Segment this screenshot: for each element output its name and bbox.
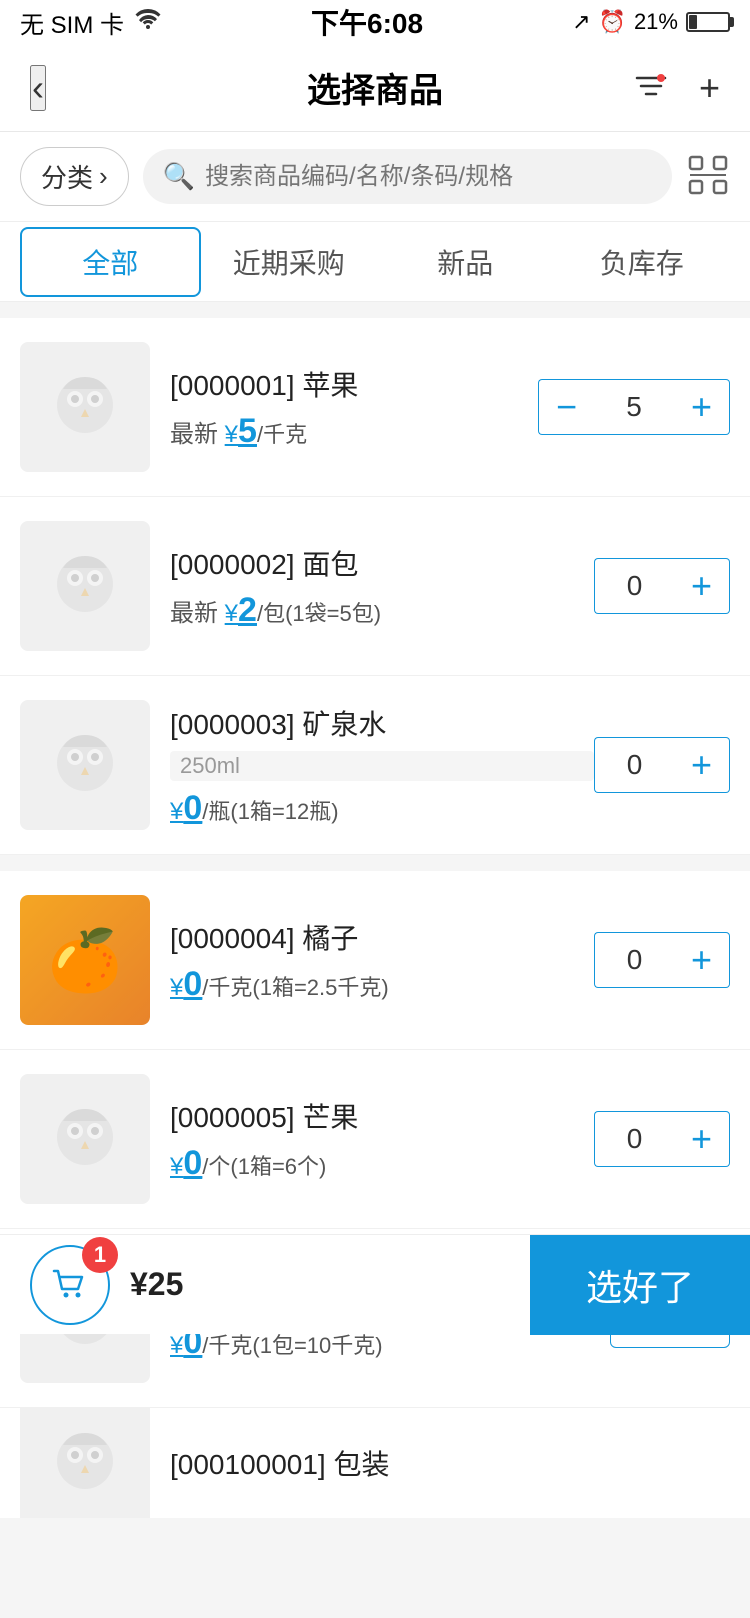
product-thumbnail — [20, 342, 150, 472]
tab-new[interactable]: 新品 — [377, 227, 554, 297]
owl-logo-icon — [45, 1099, 125, 1179]
category-label: 分类 — [41, 158, 93, 195]
product-info: [0000002] 面包 最新 ¥2/包(1袋=5包) — [170, 543, 594, 630]
nav-bar: ‹ 选择商品 + — [0, 44, 750, 132]
status-bar: 无 SIM 卡 下午6:08 ↗ ⏰ 21% — [0, 0, 750, 44]
product-thumbnail: 🍊 — [20, 895, 150, 1025]
nav-right: + — [633, 67, 720, 109]
quantity-input[interactable] — [594, 379, 674, 435]
cart-icon — [48, 1263, 92, 1307]
product-info: [0000001] 苹果 最新 ¥5/千克 — [170, 364, 538, 451]
owl-logo-icon — [45, 367, 125, 447]
divider-1 — [0, 302, 750, 318]
quantity-input[interactable] — [594, 1111, 674, 1167]
location-icon: ↗ — [572, 9, 590, 35]
product-name: [0000004] 橘子 — [170, 917, 594, 957]
search-icon: 🔍 — [163, 161, 195, 192]
carrier-label: 无 SIM 卡 — [20, 5, 124, 40]
status-time: 下午6:08 — [311, 2, 423, 42]
product-name: [0000003] 矿泉水 — [170, 703, 594, 743]
bottom-bar: 1 ¥25 选好了 — [0, 1234, 750, 1334]
filter-bar: 分类 › 🔍 — [0, 132, 750, 222]
orange-image: 🍊 — [20, 895, 150, 1025]
product-spec: 250ml — [170, 751, 594, 781]
product-info: [0000004] 橘子 ¥0/千克(1箱=2.5千克) — [170, 917, 594, 1004]
quantity-control: + — [594, 932, 730, 988]
wifi-icon — [134, 8, 162, 36]
quantity-control: + — [594, 558, 730, 614]
product-thumbnail — [20, 1408, 150, 1518]
quantity-input[interactable] — [594, 932, 674, 988]
product-price: ¥0/千克(1箱=2.5千克) — [170, 965, 594, 1004]
increase-button[interactable]: + — [674, 737, 730, 793]
category-arrow-icon: › — [99, 161, 108, 192]
list-item: 🍊 [0000004] 橘子 ¥0/千克(1箱=2.5千克) + — [0, 871, 750, 1050]
product-info: [0000005] 芒果 ¥0/个(1箱=6个) — [170, 1096, 594, 1183]
increase-button[interactable]: + — [674, 932, 730, 988]
tab-all[interactable]: 全部 — [20, 227, 201, 297]
filter-icon — [633, 68, 669, 104]
increase-button[interactable]: + — [674, 558, 730, 614]
product-info: [0000003] 矿泉水 250ml ¥0/瓶(1箱=12瓶) — [170, 703, 594, 828]
list-item: [000100001] 包装 — [0, 1408, 750, 1518]
list-item: [0000001] 苹果 最新 ¥5/千克 − + — [0, 318, 750, 497]
filter-button[interactable] — [633, 68, 669, 107]
decrease-button[interactable]: − — [538, 379, 594, 435]
product-info: [000100001] 包装 — [170, 1443, 730, 1483]
battery-percent: 21% — [634, 9, 678, 35]
product-list: [0000001] 苹果 最新 ¥5/千克 − + [0000002] — [0, 318, 750, 1518]
page-title: 选择商品 — [307, 63, 443, 112]
increase-button[interactable]: + — [674, 379, 730, 435]
quantity-control: + — [594, 1111, 730, 1167]
owl-logo-icon — [45, 546, 125, 626]
cart-icon-wrap[interactable]: 1 — [30, 1245, 110, 1325]
add-button[interactable]: + — [699, 67, 720, 109]
product-name: [0000002] 面包 — [170, 543, 594, 583]
owl-logo-icon — [45, 1423, 125, 1503]
cart-area: 1 ¥25 — [0, 1245, 213, 1325]
scan-icon — [686, 153, 730, 197]
product-thumbnail — [20, 700, 150, 830]
product-name: [000100001] 包装 — [170, 1443, 730, 1483]
battery-icon — [686, 12, 730, 32]
list-item: [0000003] 矿泉水 250ml ¥0/瓶(1箱=12瓶) + — [0, 676, 750, 855]
product-thumbnail — [20, 1074, 150, 1204]
back-button[interactable]: ‹ — [30, 65, 46, 111]
quantity-control: − + — [538, 379, 730, 435]
list-item: [0000002] 面包 最新 ¥2/包(1袋=5包) + — [0, 497, 750, 676]
cart-badge: 1 — [82, 1237, 118, 1273]
search-input[interactable] — [205, 163, 652, 191]
quantity-control: + — [594, 737, 730, 793]
divider-2 — [0, 855, 750, 871]
tab-recent[interactable]: 近期采购 — [201, 227, 378, 297]
product-price: ¥0/个(1箱=6个) — [170, 1144, 594, 1183]
tabs-bar: 全部 近期采购 新品 负库存 — [0, 222, 750, 302]
search-box: 🔍 — [143, 149, 672, 204]
alarm-icon: ⏰ — [599, 9, 626, 35]
status-left: 无 SIM 卡 — [20, 5, 162, 40]
product-name: [0000005] 芒果 — [170, 1096, 594, 1136]
product-price: 最新 ¥5/千克 — [170, 412, 538, 451]
cart-total: ¥25 — [130, 1266, 183, 1303]
product-price: 最新 ¥2/包(1袋=5包) — [170, 591, 594, 630]
status-right: ↗ ⏰ 21% — [572, 9, 730, 35]
scan-button[interactable] — [686, 153, 730, 200]
tab-negative[interactable]: 负库存 — [554, 227, 731, 297]
nav-left: ‹ — [30, 65, 46, 111]
product-price: ¥0/瓶(1箱=12瓶) — [170, 789, 594, 828]
quantity-input[interactable] — [594, 737, 674, 793]
quantity-input[interactable] — [594, 558, 674, 614]
increase-button[interactable]: + — [674, 1111, 730, 1167]
product-thumbnail — [20, 521, 150, 651]
product-name: [0000001] 苹果 — [170, 364, 538, 404]
confirm-button[interactable]: 选好了 — [530, 1235, 750, 1335]
list-item: [0000005] 芒果 ¥0/个(1箱=6个) + — [0, 1050, 750, 1229]
category-button[interactable]: 分类 › — [20, 147, 129, 206]
owl-logo-icon — [45, 725, 125, 805]
